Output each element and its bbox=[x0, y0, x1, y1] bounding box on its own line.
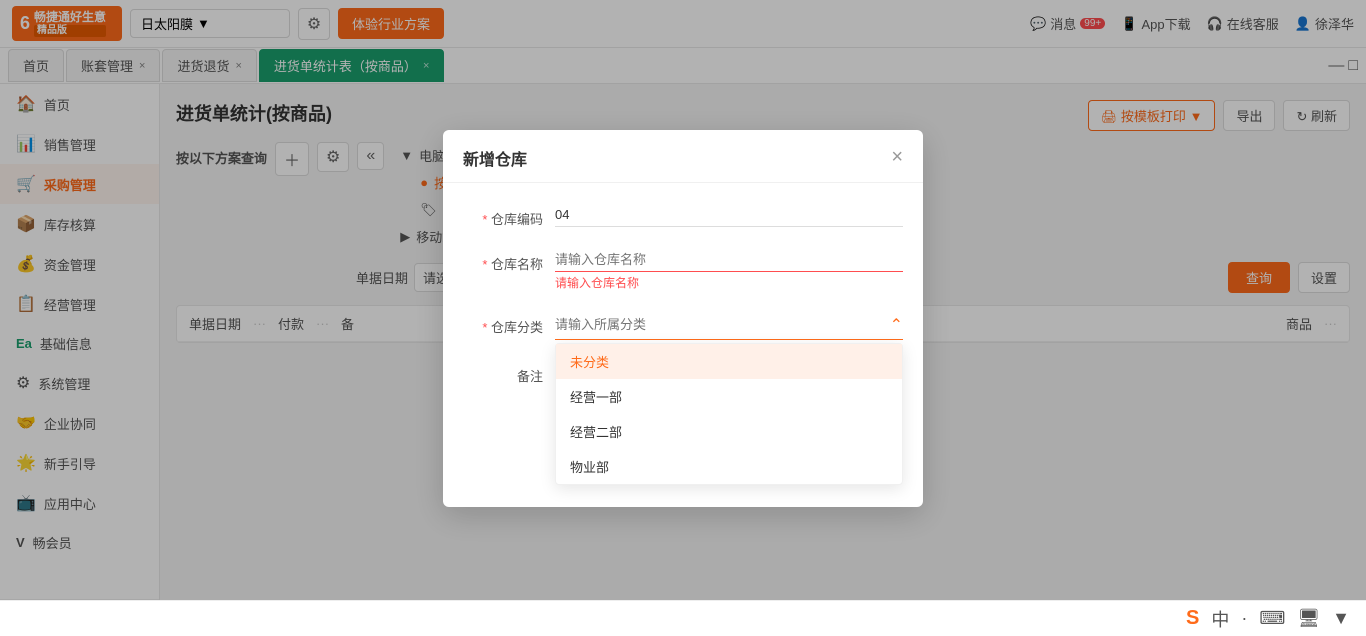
form-row-category: 仓库分类 ⌃ 未分类 经营一部 经营二部 物业部 bbox=[463, 311, 903, 340]
category-option-dept1[interactable]: 经营一部 bbox=[556, 379, 902, 414]
chinese-input-icon[interactable]: 中 bbox=[1211, 606, 1229, 632]
bottom-logo: S bbox=[1186, 607, 1199, 630]
note-label: 备注 bbox=[463, 360, 543, 385]
modal-header: 新增仓库 × bbox=[443, 130, 923, 183]
category-input[interactable] bbox=[555, 317, 890, 332]
code-label: 仓库编码 bbox=[463, 203, 543, 228]
form-row-code: 仓库编码 bbox=[463, 203, 903, 228]
modal-title: 新增仓库 bbox=[463, 146, 527, 170]
new-warehouse-modal: 新增仓库 × 仓库编码 仓库名称 请输入仓库名称 仓库分类 bbox=[443, 130, 923, 507]
name-error: 请输入仓库名称 bbox=[555, 274, 903, 291]
bottom-icons: 中 · ⌨ 🖥 ▼ bbox=[1211, 606, 1350, 632]
code-input[interactable] bbox=[555, 203, 903, 227]
bottom-bar: S 中 · ⌨ 🖥 ▼ bbox=[0, 600, 1366, 636]
s-logo-icon: S bbox=[1186, 607, 1199, 630]
code-field-wrapper bbox=[555, 203, 903, 227]
category-label: 仓库分类 bbox=[463, 311, 543, 336]
monitor-icon[interactable]: 🖥 bbox=[1297, 608, 1320, 629]
dot-icon: · bbox=[1241, 608, 1247, 629]
name-field-wrapper: 请输入仓库名称 bbox=[555, 248, 903, 291]
modal-overlay[interactable]: 新增仓库 × 仓库编码 仓库名称 请输入仓库名称 仓库分类 bbox=[0, 0, 1366, 636]
keyboard-icon[interactable]: ⌨ bbox=[1259, 608, 1285, 629]
category-field-wrapper: ⌃ 未分类 经营一部 经营二部 物业部 bbox=[555, 311, 903, 340]
category-option-property[interactable]: 物业部 bbox=[556, 449, 902, 484]
category-dropdown: 未分类 经营一部 经营二部 物业部 bbox=[555, 343, 903, 485]
form-row-name: 仓库名称 请输入仓库名称 bbox=[463, 248, 903, 291]
chevron-up-icon[interactable]: ⌃ bbox=[890, 315, 903, 335]
modal-close-button[interactable]: × bbox=[891, 146, 903, 169]
modal-body: 仓库编码 仓库名称 请输入仓库名称 仓库分类 ⌃ bbox=[443, 183, 923, 420]
category-option-dept2[interactable]: 经营二部 bbox=[556, 414, 902, 449]
name-input[interactable] bbox=[555, 248, 903, 272]
arrow-down-icon[interactable]: ▼ bbox=[1332, 608, 1350, 629]
category-option-unclassified[interactable]: 未分类 bbox=[556, 344, 902, 379]
name-label: 仓库名称 bbox=[463, 248, 543, 273]
category-input-row: ⌃ bbox=[555, 311, 903, 340]
